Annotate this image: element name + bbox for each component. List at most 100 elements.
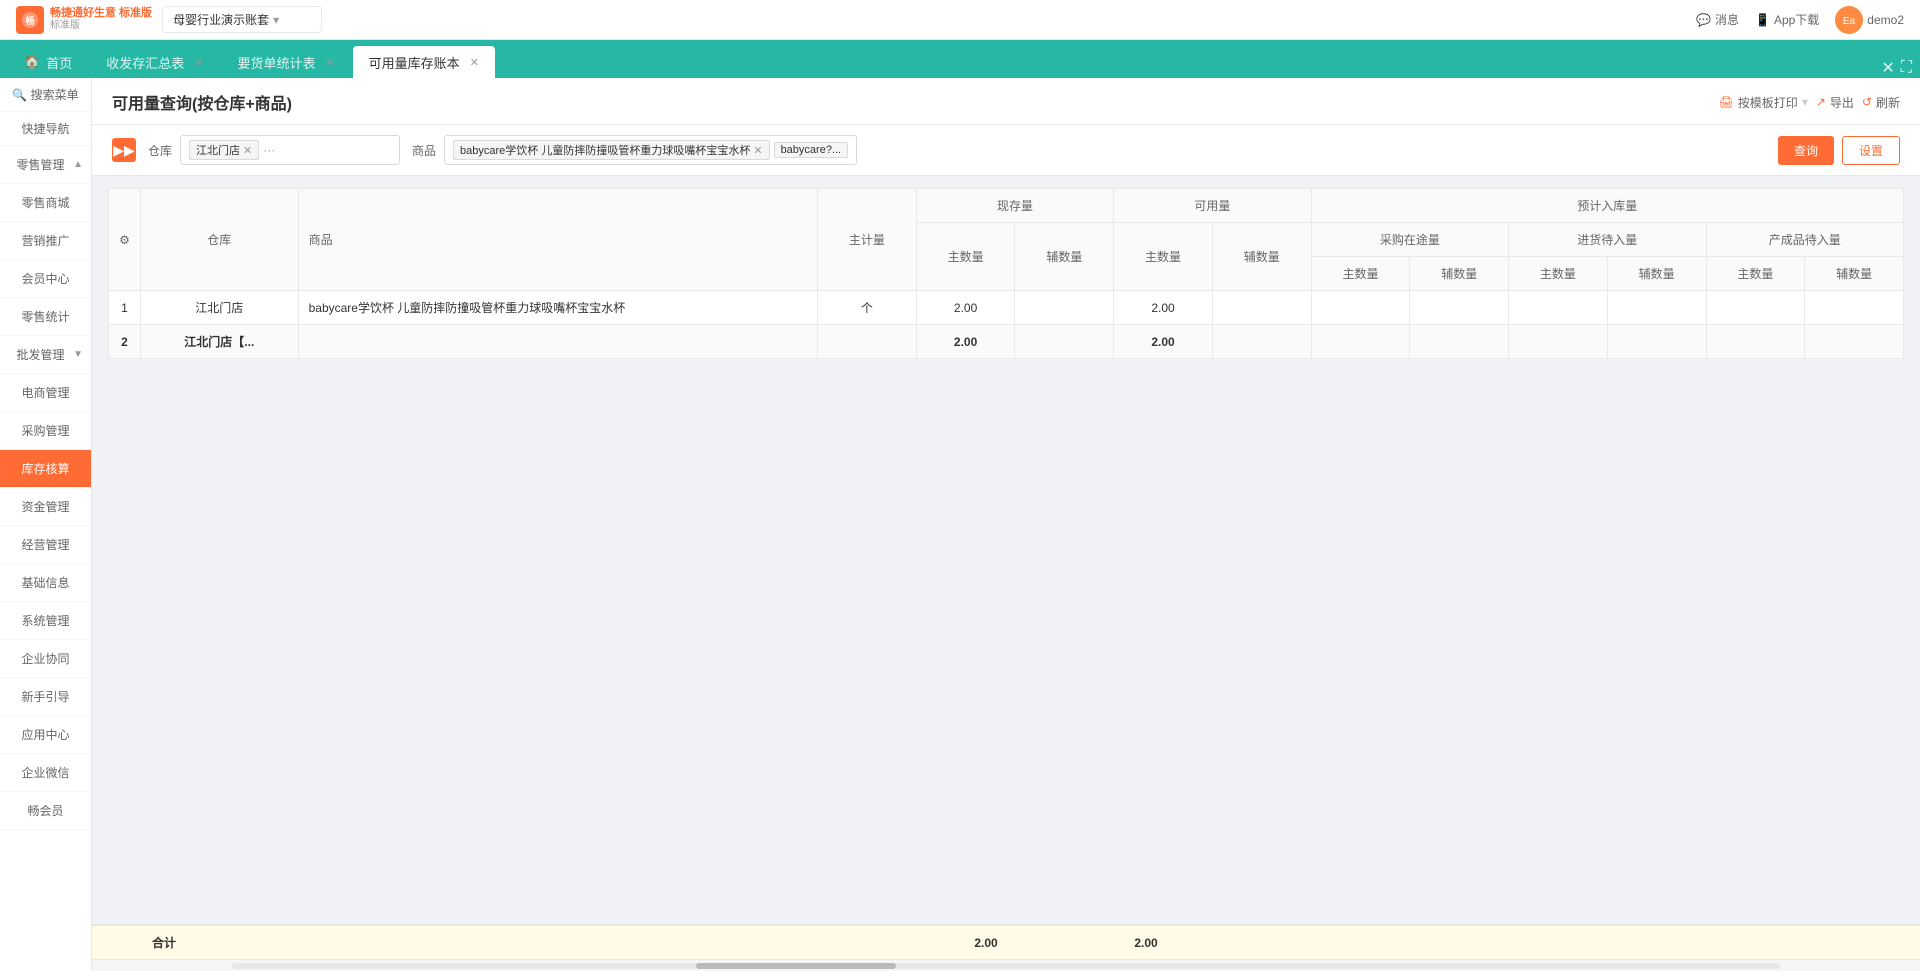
- row-1-incoming-main: [1509, 291, 1608, 325]
- tab-order-stats[interactable]: 要货单统计表 ✕: [221, 46, 350, 78]
- product-filter-group: 商品 babycare学饮杯 儿童防摔防撞吸管杯重力球吸嘴杯宝宝水杯 ✕ bab…: [412, 135, 857, 165]
- refresh-icon: ↺: [1862, 95, 1872, 109]
- remove-warehouse-tag[interactable]: ✕: [243, 144, 252, 157]
- sidebar-item-ecommerce[interactable]: 电商管理: [0, 374, 91, 412]
- warehouse-more-icon[interactable]: ···: [263, 143, 275, 157]
- app-icon: 📱: [1755, 13, 1770, 27]
- sidebar-item-enterprise-wechat[interactable]: 企业微信: [0, 754, 91, 792]
- content-area: 可用量查询(按仓库+商品) 🖨 按模板打印 ▾ ↗ 导出 ↺ 刷新: [92, 78, 1920, 971]
- tab-home[interactable]: 🏠 首页: [8, 46, 88, 78]
- col-production-main: 主数量: [1706, 257, 1805, 291]
- refresh-btn[interactable]: ↺ 刷新: [1862, 94, 1900, 111]
- scroll-thumb[interactable]: [696, 963, 896, 969]
- top-bar-left: 畅 畅捷通好生意 标准版 标准版 母婴行业演示账套 ▾: [16, 6, 322, 34]
- page-actions: 🖨 按模板打印 ▾ ↗ 导出 ↺ 刷新: [1719, 94, 1900, 111]
- horizontal-scrollbar[interactable]: [92, 959, 1920, 971]
- col-avail-main: 主数量: [1114, 223, 1213, 291]
- product-tag-2: babycare?...: [774, 142, 849, 158]
- sidebar-item-member[interactable]: 会员中心: [0, 260, 91, 298]
- row-1-product: babycare学饮杯 儿童防摔防撞吸管杯重力球吸嘴杯宝宝水杯: [298, 291, 817, 325]
- col-incoming-main: 主数量: [1509, 257, 1608, 291]
- col-stock-main: 主数量: [916, 223, 1015, 291]
- page-title-row: 可用量查询(按仓库+商品) 🖨 按模板打印 ▾ ↗ 导出 ↺ 刷新: [112, 90, 1900, 124]
- col-unit: 主计量: [818, 189, 917, 291]
- filter-actions: 查询 设置: [1778, 136, 1900, 165]
- export-btn[interactable]: ↗ 导出: [1816, 94, 1854, 111]
- warehouse-filter-group: 仓库 江北门店 ✕ ···: [148, 135, 400, 165]
- settings-button[interactable]: 设置: [1842, 136, 1900, 165]
- sidebar-item-finance[interactable]: 资金管理: [0, 488, 91, 526]
- row-2-production-main: [1706, 325, 1805, 359]
- row-2-avail-aux: [1212, 325, 1311, 359]
- close-tab-order-stats[interactable]: ✕: [325, 56, 334, 69]
- footer-label: 合计: [108, 934, 228, 951]
- footer-stock-main: 2.00: [946, 936, 1026, 950]
- row-1-stock-main: 2.00: [916, 291, 1015, 325]
- row-2-num: 2: [109, 325, 141, 359]
- sidebar-item-vip[interactable]: 畅会员: [0, 792, 91, 830]
- app-download-btn[interactable]: 📱 App下载: [1755, 11, 1819, 28]
- filter-expand-btn[interactable]: ▶▶: [112, 138, 136, 162]
- sidebar-item-wholesale[interactable]: 批发管理 ▼: [0, 336, 91, 374]
- home-icon: 🏠: [24, 54, 40, 70]
- row-1-purchase-transit-aux: [1410, 291, 1509, 325]
- col-incoming-group: 进货待入量: [1509, 223, 1706, 257]
- sidebar-item-retail-mgmt[interactable]: 零售管理 ▲: [0, 146, 91, 184]
- top-bar-right: 💬 消息 📱 App下载 Ea demo2: [1696, 6, 1904, 34]
- tab-receive-pay[interactable]: 收发存汇总表 ✕: [90, 46, 219, 78]
- chevron-down-icon: ▾: [273, 13, 279, 27]
- row-1-num: 1: [109, 291, 141, 325]
- industry-name: 母婴行业演示账套: [173, 11, 269, 28]
- sidebar-item-marketing[interactable]: 营销推广: [0, 222, 91, 260]
- close-all-tabs-btn[interactable]: ✕: [1881, 58, 1894, 78]
- row-1-incoming-aux: [1607, 291, 1706, 325]
- sidebar-item-basics[interactable]: 基础信息: [0, 564, 91, 602]
- table-container: ⚙ 仓库 商品 主计量 现存量 可用量 预计入库量 主数量 辅数量 主数量 辅数…: [92, 176, 1920, 924]
- col-purchase-transit-main: 主数量: [1311, 257, 1410, 291]
- sidebar-item-purchase[interactable]: 采购管理: [0, 412, 91, 450]
- warehouse-input[interactable]: 江北门店 ✕ ···: [180, 135, 400, 165]
- sidebar: 🔍 搜索菜单 快捷导航 零售管理 ▲ 零售商城 营销推广 会员中心 零售统计 批…: [0, 78, 92, 971]
- row-1-avail-aux: [1212, 291, 1311, 325]
- sidebar-search[interactable]: 🔍 搜索菜单: [0, 78, 91, 112]
- sidebar-item-inventory[interactable]: 库存核算: [0, 450, 91, 488]
- expand-icon-wholesale: ▼: [73, 349, 83, 360]
- row-2-avail-main: 2.00: [1114, 325, 1213, 359]
- row-2-incoming-main: [1509, 325, 1608, 359]
- row-2-purchase-transit-aux: [1410, 325, 1509, 359]
- maximize-btn[interactable]: ⛶: [1901, 59, 1912, 77]
- warehouse-label: 仓库: [148, 142, 172, 159]
- tab-available-stock[interactable]: 可用量库存账本 ✕: [353, 46, 495, 78]
- export-icon: ↗: [1816, 95, 1826, 109]
- col-production-group: 产成品待入量: [1706, 223, 1904, 257]
- sidebar-item-enterprise[interactable]: 企业协同: [0, 640, 91, 678]
- close-tab-available-stock[interactable]: ✕: [470, 56, 479, 69]
- print-chevron-icon: ▾: [1802, 95, 1808, 109]
- main-layout: 🔍 搜索菜单 快捷导航 零售管理 ▲ 零售商城 营销推广 会员中心 零售统计 批…: [0, 78, 1920, 971]
- settings-icon[interactable]: ⚙: [119, 233, 130, 247]
- sidebar-item-newbie[interactable]: 新手引导: [0, 678, 91, 716]
- close-tab-receive-pay[interactable]: ✕: [194, 56, 203, 69]
- query-button[interactable]: 查询: [1778, 136, 1834, 165]
- row-1-warehouse: 江北门店: [141, 291, 299, 325]
- sidebar-item-operations[interactable]: 经营管理: [0, 526, 91, 564]
- sidebar-item-retail-store[interactable]: 零售商城: [0, 184, 91, 222]
- sidebar-item-system[interactable]: 系统管理: [0, 602, 91, 640]
- table-row: 1 江北门店 babycare学饮杯 儿童防摔防撞吸管杯重力球吸嘴杯宝宝水杯 个…: [109, 291, 1904, 325]
- message-btn[interactable]: 💬 消息: [1696, 11, 1739, 28]
- avatar: Ea: [1835, 6, 1863, 34]
- product-input[interactable]: babycare学饮杯 儿童防摔防撞吸管杯重力球吸嘴杯宝宝水杯 ✕ babyca…: [444, 135, 857, 165]
- tab-actions: ✕ ⛶: [1881, 58, 1920, 78]
- data-table: ⚙ 仓库 商品 主计量 现存量 可用量 预计入库量 主数量 辅数量 主数量 辅数…: [108, 188, 1904, 359]
- row-2-purchase-transit-main: [1311, 325, 1410, 359]
- sidebar-item-app-center[interactable]: 应用中心: [0, 716, 91, 754]
- sidebar-item-retail-stats[interactable]: 零售统计: [0, 298, 91, 336]
- top-bar: 畅 畅捷通好生意 标准版 标准版 母婴行业演示账套 ▾ 💬 消息 📱 App下载…: [0, 0, 1920, 40]
- col-incoming-aux: 辅数量: [1607, 257, 1706, 291]
- print-btn[interactable]: 🖨 按模板打印 ▾: [1719, 94, 1808, 111]
- svg-text:畅: 畅: [25, 15, 34, 26]
- user-area[interactable]: Ea demo2: [1835, 6, 1904, 34]
- remove-product-tag-1[interactable]: ✕: [753, 144, 762, 157]
- sidebar-quick-nav[interactable]: 快捷导航: [0, 112, 91, 146]
- industry-selector[interactable]: 母婴行业演示账套 ▾: [162, 6, 322, 33]
